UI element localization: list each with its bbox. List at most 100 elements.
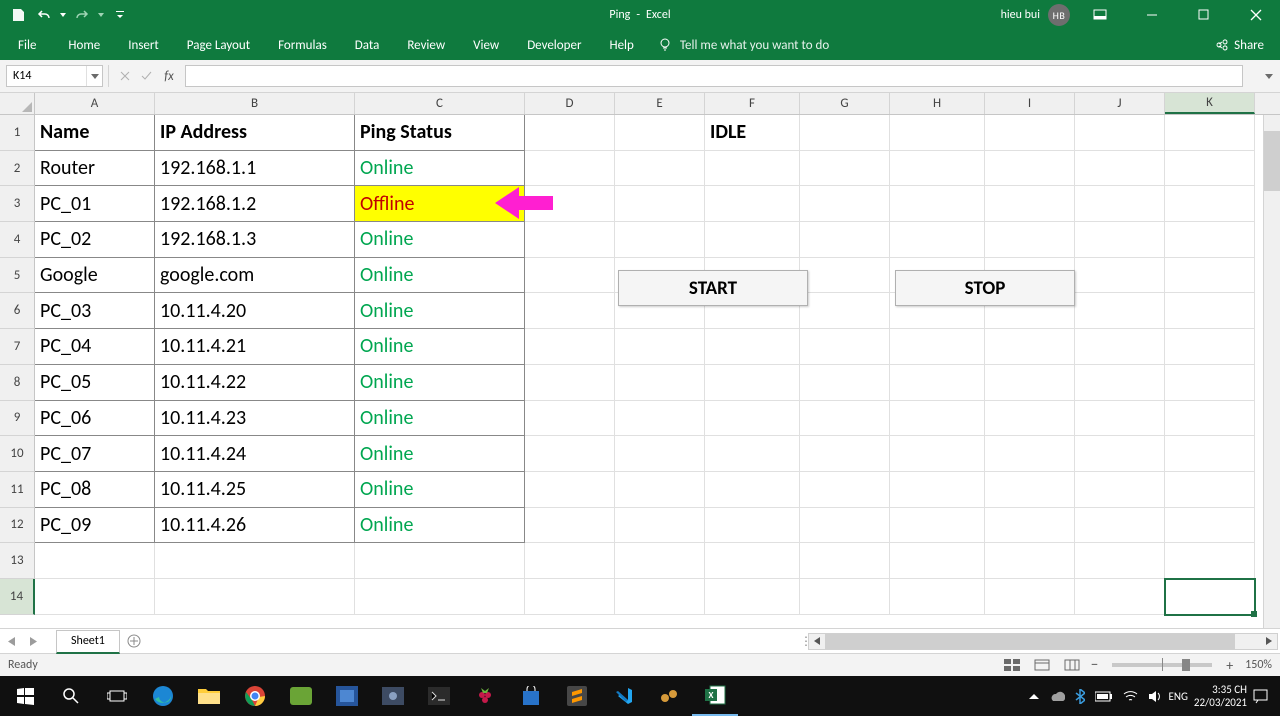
view-page-break-icon[interactable] xyxy=(1059,656,1085,674)
cell-I11[interactable] xyxy=(985,472,1075,508)
spreadsheet-grid[interactable]: ABCDEFGHIJK 1NameIP AddressPing StatusID… xyxy=(0,93,1280,628)
maximize-icon[interactable] xyxy=(1182,0,1226,30)
row-header-10[interactable]: 10 xyxy=(0,436,35,472)
cell-H10[interactable] xyxy=(890,436,985,472)
tray-chevron-icon[interactable] xyxy=(1029,693,1039,700)
cell-I10[interactable] xyxy=(985,436,1075,472)
cell-D12[interactable] xyxy=(525,508,615,544)
row-header-1[interactable]: 1 xyxy=(0,115,35,151)
row-header-8[interactable]: 8 xyxy=(0,365,35,401)
cell-J8[interactable] xyxy=(1075,365,1165,401)
vertical-scrollbar[interactable] xyxy=(1263,115,1280,628)
app-excel-icon[interactable]: X xyxy=(692,676,738,716)
tab-view[interactable]: View xyxy=(459,30,513,60)
row-header-7[interactable]: 7 xyxy=(0,329,35,365)
hscroll-left-icon[interactable] xyxy=(809,634,825,649)
cell-K13[interactable] xyxy=(1165,543,1255,579)
cell-K9[interactable] xyxy=(1165,401,1255,437)
start-button[interactable]: START xyxy=(618,270,808,306)
col-header-I[interactable]: I xyxy=(985,93,1075,114)
tab-developer[interactable]: Developer xyxy=(513,30,595,60)
tray-clock[interactable]: 3:35 CH 22/03/2021 xyxy=(1194,683,1247,709)
cell-F8[interactable] xyxy=(705,365,800,401)
cell-A7[interactable]: PC_04 xyxy=(35,329,155,365)
cell-E8[interactable] xyxy=(615,365,705,401)
tray-notifications-icon[interactable] xyxy=(1253,689,1268,704)
col-header-D[interactable]: D xyxy=(525,93,615,114)
sheet-next-icon[interactable] xyxy=(22,630,44,652)
cell-B6[interactable]: 10.11.4.20 xyxy=(155,293,355,329)
cell-H2[interactable] xyxy=(890,151,985,187)
cell-H8[interactable] xyxy=(890,365,985,401)
cell-H7[interactable] xyxy=(890,329,985,365)
save-icon[interactable] xyxy=(6,3,30,27)
zoom-slider[interactable] xyxy=(1112,663,1212,667)
cell-G2[interactable] xyxy=(800,151,890,187)
cell-J13[interactable] xyxy=(1075,543,1165,579)
cell-J3[interactable] xyxy=(1075,186,1165,222)
qat-customize-icon[interactable] xyxy=(108,3,132,27)
cell-G13[interactable] xyxy=(800,543,890,579)
cell-G1[interactable] xyxy=(800,115,890,151)
app-vscode-icon[interactable] xyxy=(600,676,646,716)
cell-E9[interactable] xyxy=(615,401,705,437)
cell-E7[interactable] xyxy=(615,329,705,365)
cell-K1[interactable] xyxy=(1165,115,1255,151)
cell-F4[interactable] xyxy=(705,222,800,258)
cell-D10[interactable] xyxy=(525,436,615,472)
cell-K4[interactable] xyxy=(1165,222,1255,258)
cell-K5[interactable] xyxy=(1165,258,1255,294)
cell-B8[interactable]: 10.11.4.22 xyxy=(155,365,355,401)
cell-F9[interactable] xyxy=(705,401,800,437)
minimize-icon[interactable] xyxy=(1130,0,1174,30)
avatar[interactable]: HB xyxy=(1048,4,1070,26)
cell-K7[interactable] xyxy=(1165,329,1255,365)
zoom-percent[interactable]: 150% xyxy=(1245,658,1272,672)
cell-J7[interactable] xyxy=(1075,329,1165,365)
tray-volume-icon[interactable] xyxy=(1148,690,1162,703)
task-view-icon[interactable] xyxy=(94,676,140,716)
name-box-dropdown-icon[interactable] xyxy=(86,66,102,86)
cell-J14[interactable] xyxy=(1075,579,1165,615)
tab-data[interactable]: Data xyxy=(341,30,394,60)
cell-H11[interactable] xyxy=(890,472,985,508)
cell-C6[interactable]: Online xyxy=(355,293,525,329)
app-generic-4-icon[interactable] xyxy=(646,676,692,716)
undo-dropdown-icon[interactable] xyxy=(58,3,68,27)
cell-D4[interactable] xyxy=(525,222,615,258)
app-edge-icon[interactable] xyxy=(140,676,186,716)
cell-C12[interactable]: Online xyxy=(355,508,525,544)
cell-C4[interactable]: Online xyxy=(355,222,525,258)
select-all-corner[interactable] xyxy=(0,93,35,114)
cell-E3[interactable] xyxy=(615,186,705,222)
tab-home[interactable]: Home xyxy=(54,30,114,60)
cell-K3[interactable] xyxy=(1165,186,1255,222)
cell-J12[interactable] xyxy=(1075,508,1165,544)
horizontal-scrollbar[interactable] xyxy=(808,633,1278,650)
cell-A13[interactable] xyxy=(35,543,155,579)
tell-me-search[interactable]: Tell me what you want to do xyxy=(648,30,839,60)
cell-A14[interactable] xyxy=(35,579,155,615)
cell-F13[interactable] xyxy=(705,543,800,579)
row-header-9[interactable]: 9 xyxy=(0,401,35,437)
col-header-A[interactable]: A xyxy=(35,93,155,114)
cell-H9[interactable] xyxy=(890,401,985,437)
cell-D13[interactable] xyxy=(525,543,615,579)
cell-D5[interactable] xyxy=(525,258,615,294)
cell-B5[interactable]: google.com xyxy=(155,258,355,294)
cell-C10[interactable]: Online xyxy=(355,436,525,472)
col-header-E[interactable]: E xyxy=(615,93,705,114)
zoom-out-icon[interactable]: − xyxy=(1089,656,1100,674)
cell-D2[interactable] xyxy=(525,151,615,187)
cell-G5[interactable] xyxy=(800,258,890,294)
cell-B4[interactable]: 192.168.1.3 xyxy=(155,222,355,258)
cell-D1[interactable] xyxy=(525,115,615,151)
fx-icon[interactable]: fx xyxy=(158,65,180,87)
cell-F1[interactable]: IDLE xyxy=(705,115,800,151)
cell-A4[interactable]: PC_02 xyxy=(35,222,155,258)
cell-K12[interactable] xyxy=(1165,508,1255,544)
cell-I3[interactable] xyxy=(985,186,1075,222)
tray-onedrive-icon[interactable] xyxy=(1049,691,1065,702)
cell-C5[interactable]: Online xyxy=(355,258,525,294)
cell-G4[interactable] xyxy=(800,222,890,258)
